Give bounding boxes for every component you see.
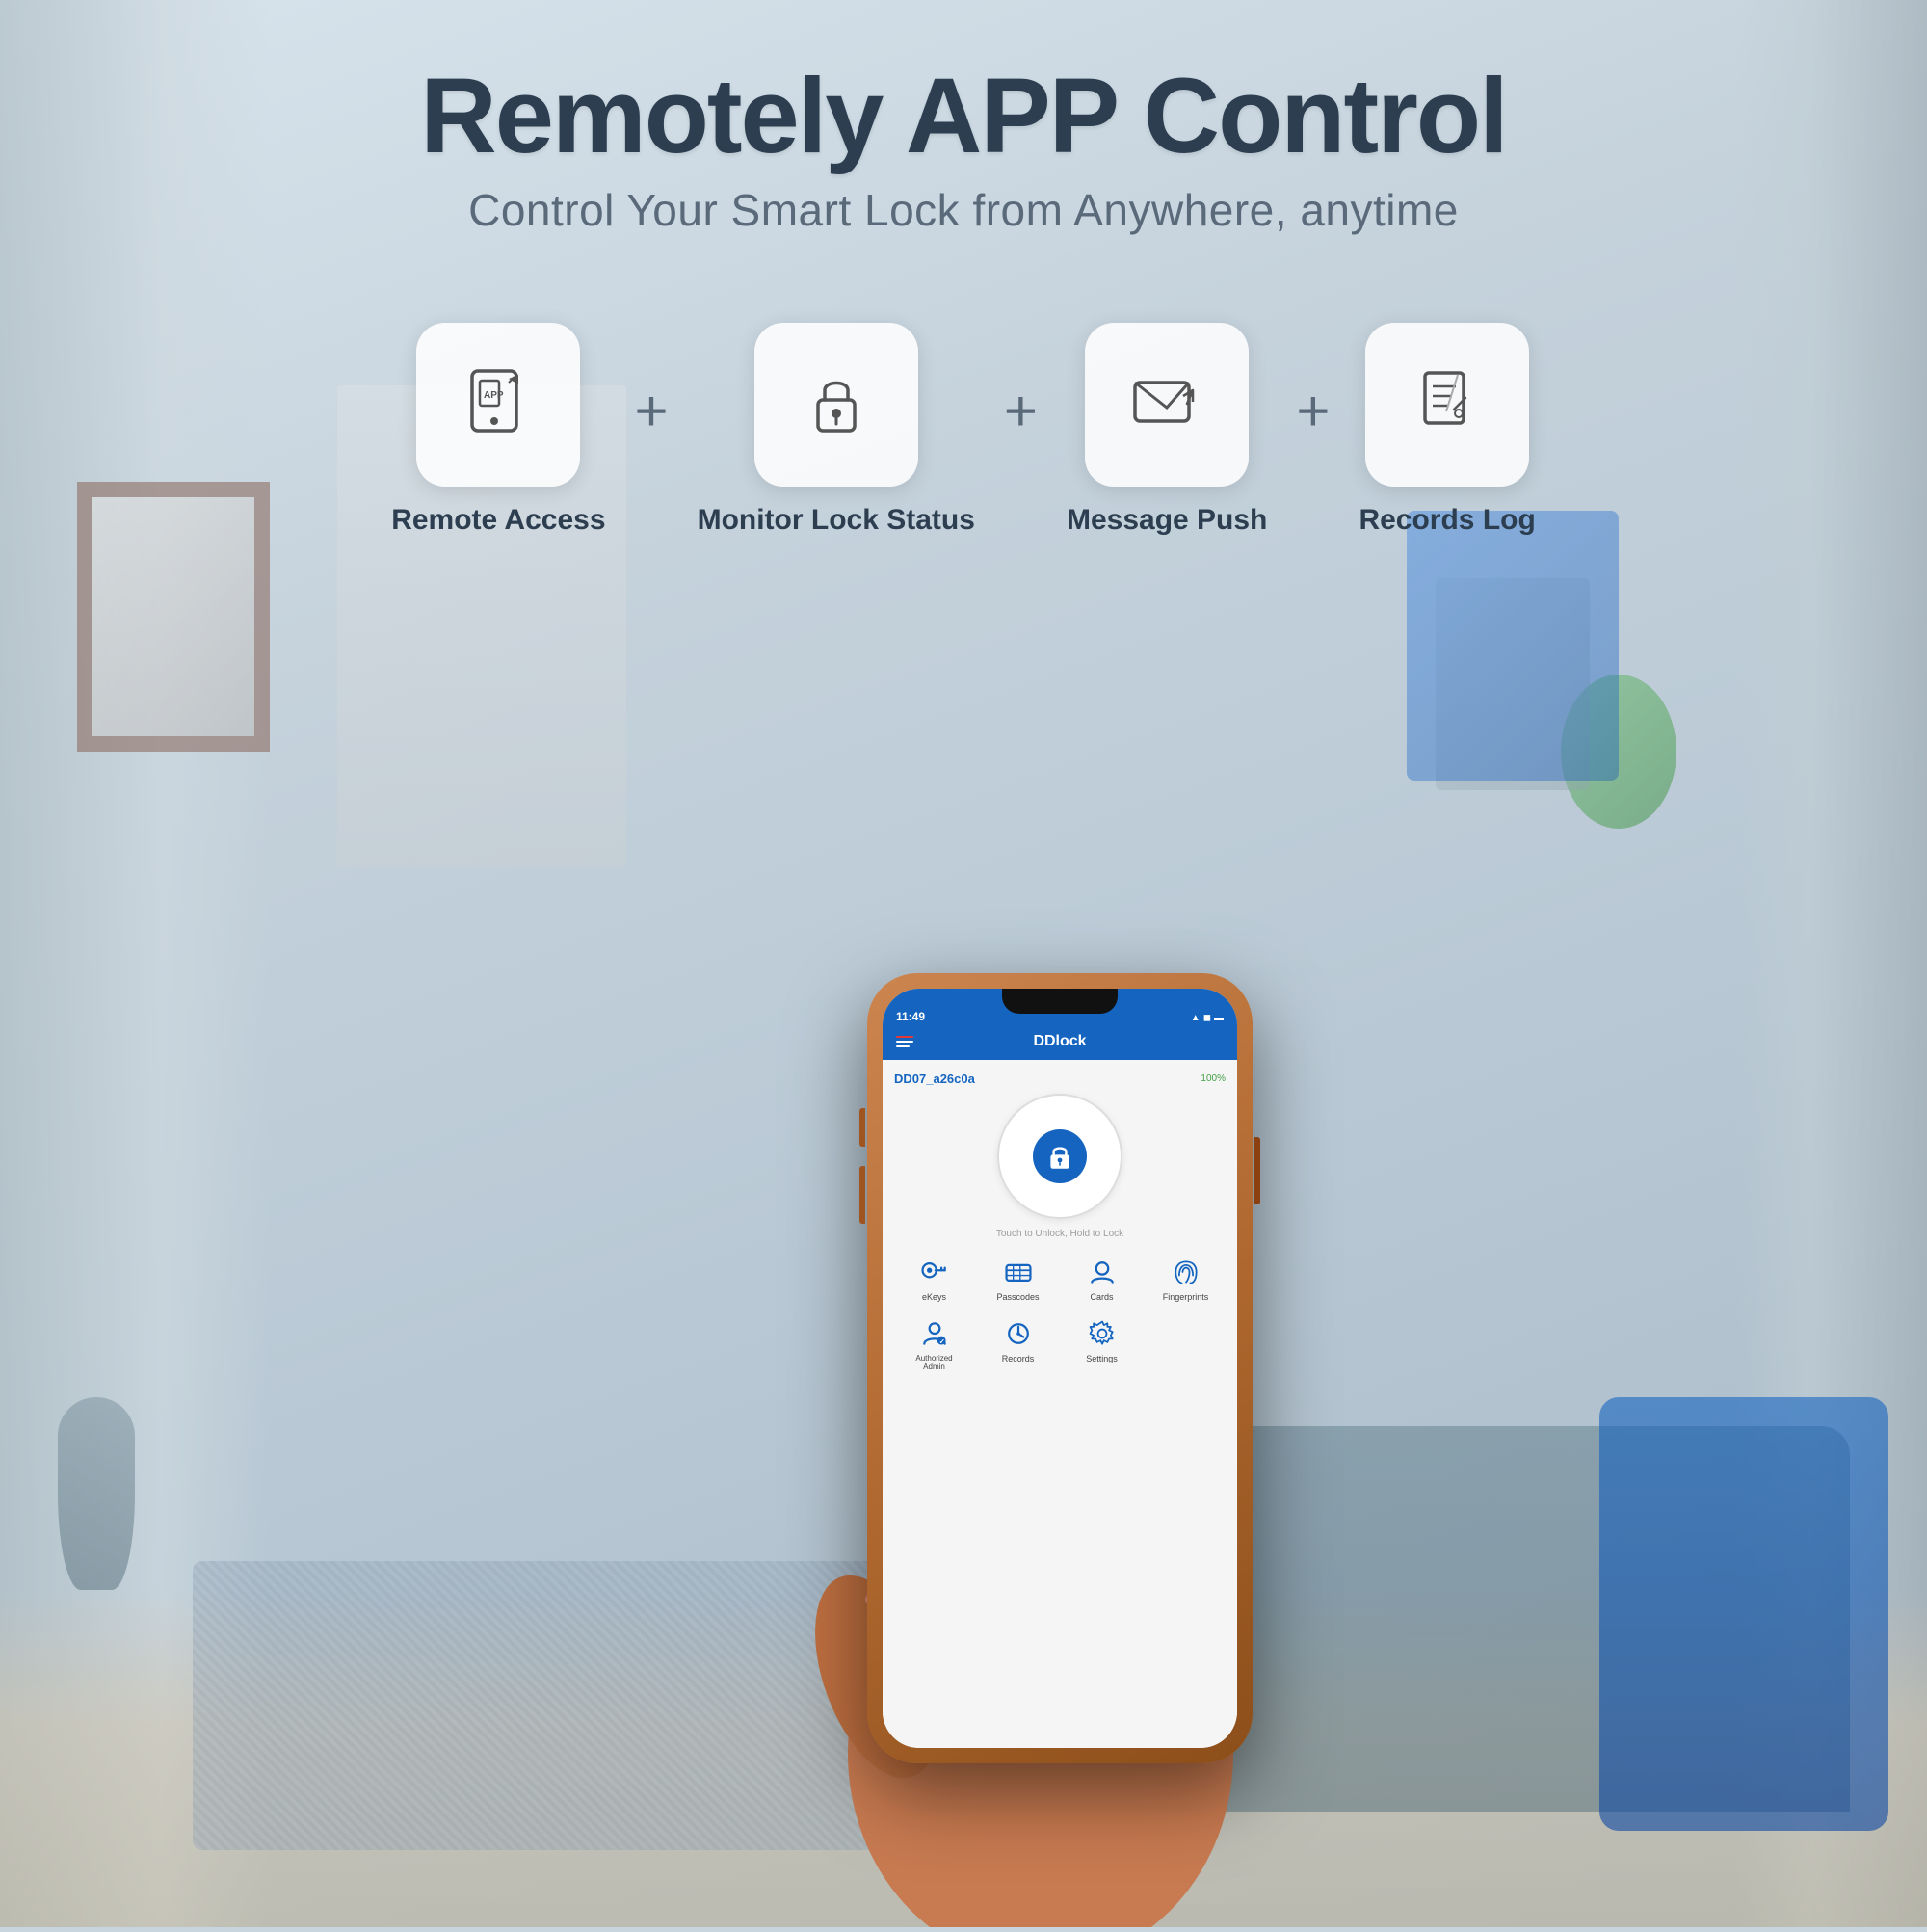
battery-percent: 100% (1201, 1073, 1226, 1084)
bg-vase (58, 1397, 135, 1590)
fingerprints-svg (1171, 1257, 1201, 1287)
passcodes-label: Passcodes (996, 1292, 1039, 1303)
fingerprints-label: Fingerprints (1163, 1292, 1209, 1303)
authorized-admin-label: AuthorizedAdmin (915, 1354, 952, 1372)
device-row: DD07_a26c0a 100% (894, 1072, 1226, 1086)
ekeys-icon (917, 1255, 952, 1289)
fingerprints-icon (1169, 1255, 1203, 1289)
wifi-icon: ◼ (1203, 1013, 1211, 1023)
remote-access-label: Remote Access (391, 504, 605, 537)
bg-blue-chair (1599, 1397, 1888, 1831)
svg-text:APP: APP (484, 390, 504, 401)
menu-item-cards[interactable]: Cards (1062, 1255, 1142, 1303)
lock-unlock-button[interactable] (997, 1094, 1122, 1219)
records-log-label: Records Log (1359, 504, 1535, 537)
app-menu-grid: eKeys (894, 1255, 1226, 1372)
remote-access-icon-box: APP (416, 323, 580, 487)
ekeys-svg (919, 1257, 950, 1287)
cards-label: Cards (1090, 1292, 1113, 1303)
menu-hamburger-icon[interactable] (896, 1036, 913, 1047)
cards-icon (1085, 1255, 1120, 1289)
records-icon (1001, 1316, 1036, 1351)
bg-vase-blue (1407, 511, 1619, 781)
plus-1: + (635, 378, 669, 444)
monitor-lock-icon-box (754, 323, 918, 487)
page-title: Remotely APP Control (0, 58, 1927, 174)
monitor-lock-label: Monitor Lock Status (698, 504, 975, 537)
touch-hint: Touch to Unlock, Hold to Lock (894, 1229, 1226, 1239)
passcodes-svg (1003, 1257, 1034, 1287)
plus-2: + (1004, 378, 1038, 444)
message-push-icon (1123, 361, 1210, 448)
app-body: DD07_a26c0a 100% (883, 1060, 1237, 1748)
lock-monitor-icon (793, 361, 880, 448)
records-label: Records (1002, 1354, 1035, 1364)
title-section: Remotely APP Control Control Your Smart … (0, 0, 1927, 255)
svg-text:✓: ✓ (938, 1337, 944, 1345)
cards-svg (1087, 1257, 1118, 1287)
phone-frame: 11:49 ▲ ◼ ▬ DDl (867, 973, 1253, 1763)
settings-svg (1087, 1318, 1118, 1349)
top-section: Remotely APP Control Control Your Smart … (0, 0, 1927, 537)
lock-icon-inner (1033, 1129, 1087, 1183)
passcodes-icon (1001, 1255, 1036, 1289)
volume-down-button (859, 1166, 865, 1224)
page-root: Remotely APP Control Control Your Smart … (0, 0, 1927, 1927)
volume-button (859, 1108, 865, 1147)
ekeys-label: eKeys (922, 1292, 946, 1303)
menu-item-fingerprints[interactable]: Fingerprints (1146, 1255, 1226, 1303)
records-log-icon-box (1365, 323, 1529, 487)
plus-3: + (1296, 378, 1330, 444)
battery-icon: ▬ (1214, 1013, 1224, 1023)
feature-monitor-lock: Monitor Lock Status (698, 323, 975, 537)
settings-label: Settings (1086, 1354, 1118, 1364)
features-row: APP Remote Access + (0, 323, 1927, 537)
menu-item-authorized-admin[interactable]: ✓ AuthorizedAdmin (894, 1316, 974, 1372)
app-name: DDlock (1033, 1033, 1086, 1050)
authorized-admin-icon: ✓ (917, 1316, 952, 1351)
app-screen: 11:49 ▲ ◼ ▬ DDl (883, 989, 1237, 1748)
phone-scene: 11:49 ▲ ◼ ▬ DDl (790, 915, 1368, 1927)
feature-records-log: Records Log (1359, 323, 1535, 537)
phone-app-icon: APP (455, 361, 541, 448)
device-name: DD07_a26c0a (894, 1072, 975, 1086)
app-header: DDlock (883, 1027, 1237, 1060)
settings-icon (1085, 1316, 1120, 1351)
records-svg (1003, 1318, 1034, 1349)
message-push-label: Message Push (1067, 504, 1267, 537)
records-log-icon (1404, 361, 1491, 448)
signal-icon: ▲ (1191, 1013, 1201, 1023)
battery-level: 100% (1201, 1073, 1226, 1084)
menu-item-records[interactable]: Records (978, 1316, 1058, 1372)
menu-item-ekeys[interactable]: eKeys (894, 1255, 974, 1303)
power-button (1254, 1137, 1260, 1204)
status-icons: ▲ ◼ ▬ (1191, 1013, 1224, 1023)
page-subtitle: Control Your Smart Lock from Anywhere, a… (0, 184, 1927, 236)
menu-item-passcodes[interactable]: Passcodes (978, 1255, 1058, 1303)
message-push-icon-box (1085, 323, 1249, 487)
lock-icon (1044, 1141, 1075, 1172)
feature-remote-access: APP Remote Access (391, 323, 605, 537)
menu-item-settings[interactable]: Settings (1062, 1316, 1142, 1372)
authorized-admin-svg: ✓ (919, 1318, 950, 1349)
feature-message-push: Message Push (1067, 323, 1267, 537)
phone-screen: 11:49 ▲ ◼ ▬ DDl (883, 989, 1237, 1748)
status-time: 11:49 (896, 1010, 925, 1023)
phone-notch (1002, 989, 1118, 1014)
